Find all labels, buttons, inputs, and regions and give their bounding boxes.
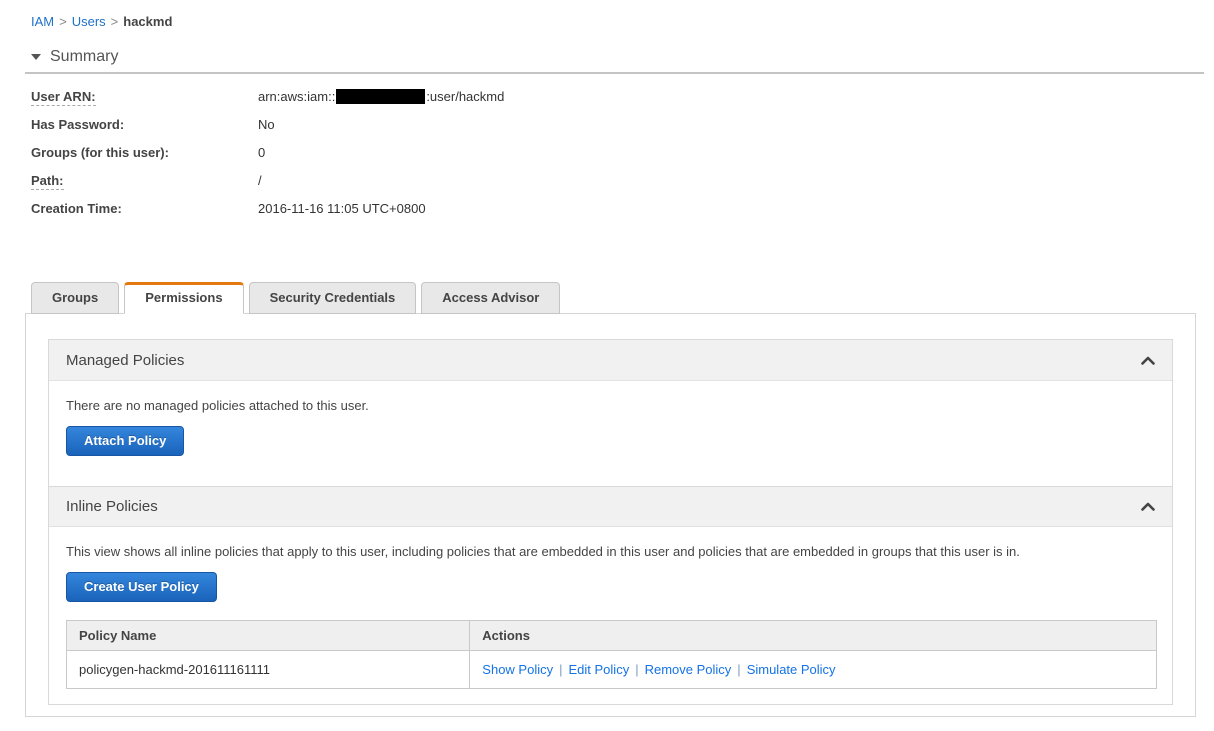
summary-title: Summary [50, 48, 119, 65]
chevron-up-icon[interactable] [1141, 356, 1155, 365]
simulate-policy-link[interactable]: Simulate Policy [747, 662, 836, 677]
tab-groups[interactable]: Groups [31, 282, 120, 314]
collapse-caret-icon[interactable] [31, 54, 41, 60]
account-id-redaction [336, 89, 426, 104]
creation-time-value: 2016-11-16 11:05 UTC+0800 [258, 201, 426, 216]
policy-name-cell: policygen-hackmd-201611161111 [65, 650, 471, 689]
managed-policies-header[interactable]: Managed Policies [49, 340, 1172, 380]
link-separator: | [737, 662, 741, 677]
summary-section-header[interactable]: Summary [31, 48, 1204, 66]
breadcrumb-link-iam[interactable]: IAM [31, 14, 54, 29]
has-password-label: Has Password: [31, 117, 125, 132]
tab-security-credentials[interactable]: Security Credentials [248, 282, 417, 314]
policy-name-column-header: Policy Name [65, 620, 471, 651]
inline-policies-header[interactable]: Inline Policies [49, 486, 1172, 526]
user-arn-value: arn:aws:iam:::user/hackmd [258, 89, 505, 104]
groups-count-label: Groups (for this user): [31, 145, 169, 160]
field-row-user-arn: User ARN: arn:aws:iam:::user/hackmd [31, 89, 1204, 117]
policy-table-row: policygen-hackmd-201611161111 Show Polic… [65, 650, 1157, 689]
summary-divider [25, 72, 1204, 74]
permissions-tab-panel: Managed Policies There are no managed po… [25, 313, 1196, 717]
user-arn-label: User ARN: [31, 89, 96, 106]
inline-policies-table: Policy Name Actions policygen-hackmd-201… [65, 620, 1157, 689]
creation-time-label: Creation Time: [31, 201, 122, 216]
managed-policies-title: Managed Policies [66, 351, 185, 369]
breadcrumb-separator: > [59, 14, 67, 29]
has-password-value: No [258, 117, 275, 132]
tab-access-advisor[interactable]: Access Advisor [421, 282, 561, 314]
inline-policies-body: This view shows all inline policies that… [49, 526, 1172, 704]
breadcrumb-link-users[interactable]: Users [72, 14, 106, 29]
field-row-creation-time: Creation Time: 2016-11-16 11:05 UTC+0800 [31, 201, 1204, 229]
iam-user-detail-page: IAM > Users > hackmd Summary User ARN: arn:a… [0, 0, 1214, 731]
field-row-has-password: Has Password: No [31, 117, 1204, 145]
table-header-row: Policy Name Actions [65, 620, 1157, 651]
edit-policy-link[interactable]: Edit Policy [569, 662, 630, 677]
attach-policy-button[interactable]: Attach Policy [66, 426, 185, 456]
path-label: Path: [31, 173, 64, 190]
inline-policies-description: This view shows all inline policies that… [66, 544, 1020, 559]
create-user-policy-button[interactable]: Create User Policy [66, 572, 217, 602]
summary-fields: User ARN: arn:aws:iam:::user/hackmd Has … [31, 89, 1204, 229]
breadcrumb-separator: > [110, 14, 119, 29]
field-row-groups: Groups (for this user): 0 [31, 145, 1204, 173]
breadcrumb: IAM > Users > hackmd [31, 14, 1204, 29]
managed-policies-empty-text: There are no managed policies attached t… [66, 398, 369, 413]
remove-policy-link[interactable]: Remove Policy [645, 662, 732, 677]
user-detail-tabs: Groups Permissions Security Credentials … [31, 282, 1204, 314]
link-separator: | [559, 662, 563, 677]
policy-actions-cell: Show Policy | Edit Policy | Remove Policy | Si… [469, 650, 1157, 689]
inline-policies-title: Inline Policies [66, 498, 158, 515]
managed-policies-body: There are no managed policies attached t… [49, 380, 1172, 486]
path-value: / [258, 173, 262, 188]
actions-column-header: Actions [469, 620, 1157, 651]
chevron-up-icon[interactable] [1141, 502, 1155, 511]
tab-permissions[interactable]: Permissions [124, 282, 244, 314]
policy-sections: Managed Policies There are no managed po… [48, 339, 1173, 705]
show-policy-link[interactable]: Show Policy [482, 662, 553, 677]
link-separator: | [635, 662, 639, 677]
breadcrumb-current-user: hackmd [123, 14, 173, 29]
field-row-path: Path: / [31, 173, 1204, 201]
groups-count-value: 0 [258, 145, 266, 160]
